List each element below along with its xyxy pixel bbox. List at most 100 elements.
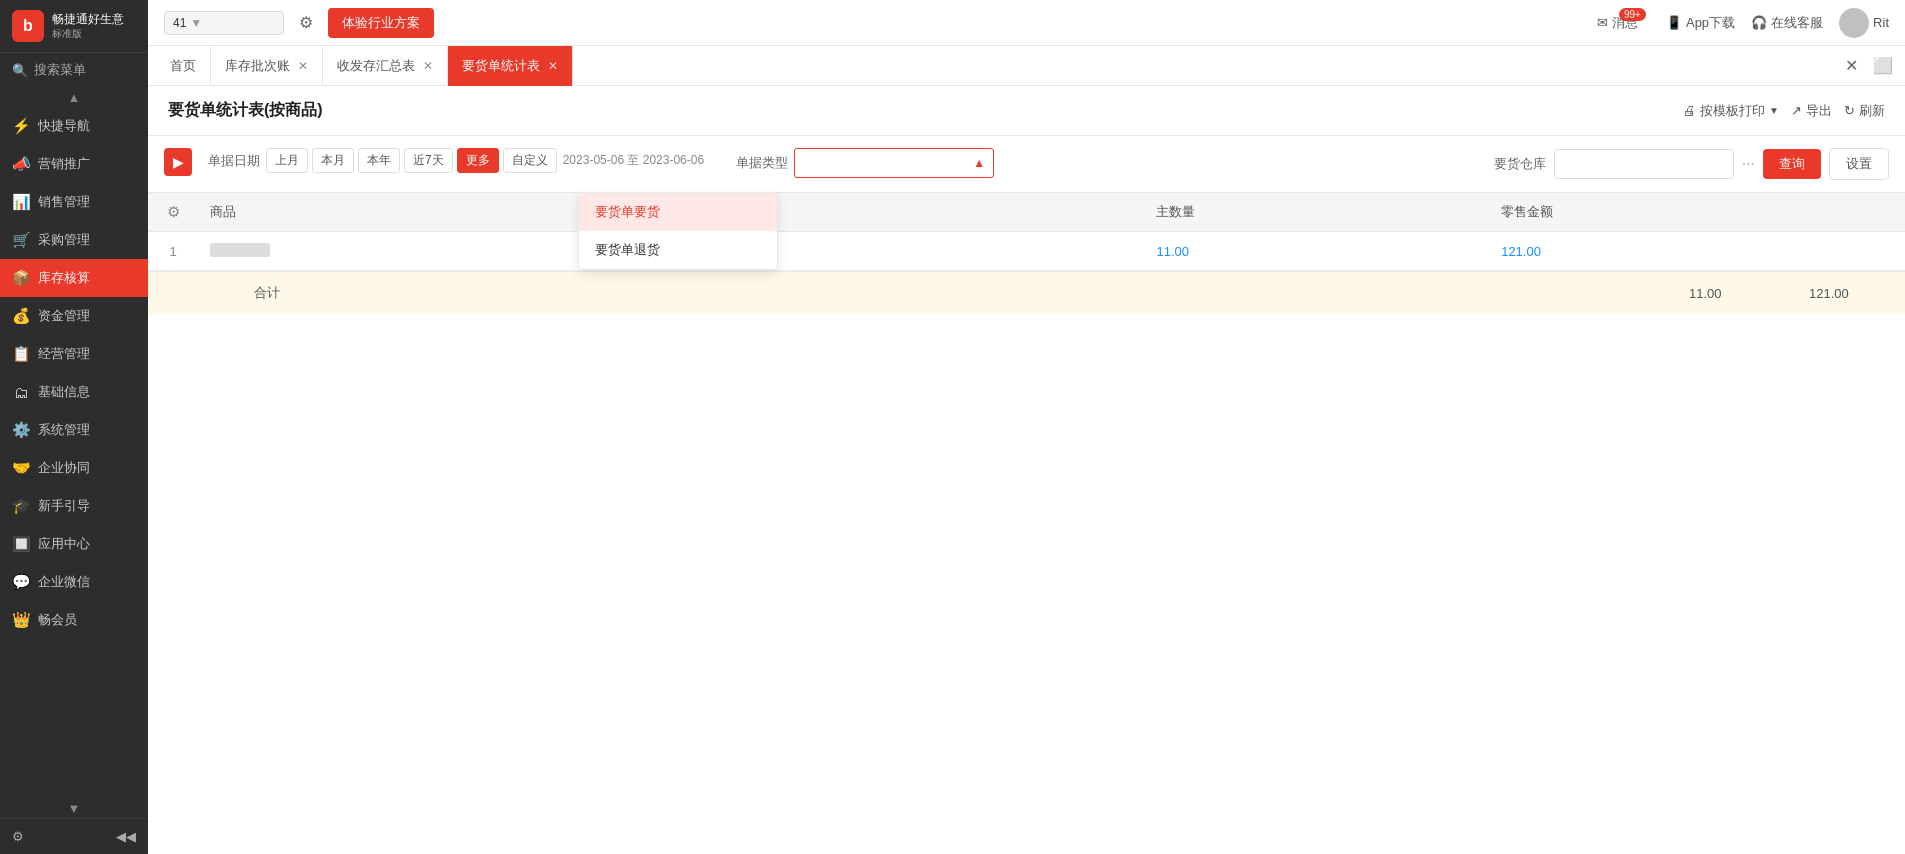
sidebar-item-vip[interactable]: 👑 畅会员 xyxy=(0,601,148,639)
print-icon: 🖨 xyxy=(1683,103,1696,118)
sidebar-logo: b 畅捷通好生意 标准版 xyxy=(0,0,148,53)
inventory-icon: 📦 xyxy=(12,269,30,287)
amount-link[interactable]: 121.00 xyxy=(1501,244,1541,259)
warehouse-select[interactable] xyxy=(1554,149,1734,179)
more-filters-icon[interactable]: ··· xyxy=(1742,155,1755,173)
topbar: 41 ▼ ⚙ 体验行业方案 ✉ 消息 99+ 📱 App下载 🎧 在线客服 R xyxy=(148,0,1905,46)
type-select[interactable]: ▲ xyxy=(794,148,994,178)
user-name: Rit xyxy=(1873,15,1889,30)
sidebar-item-guide[interactable]: 🎓 新手引导 xyxy=(0,487,148,525)
page-actions: 🖨 按模板打印 ▼ ↗ 导出 ↻ 刷新 xyxy=(1683,102,1885,120)
sidebar-item-finance[interactable]: 💰 资金管理 xyxy=(0,297,148,335)
finance-icon: 💰 xyxy=(12,307,30,325)
tab-home[interactable]: 首页 xyxy=(156,46,211,86)
sidebar-item-appstore[interactable]: 🔲 应用中心 xyxy=(0,525,148,563)
dropdown-item-order-return[interactable]: 要货单退货 xyxy=(579,231,777,269)
tab-receivable-summary[interactable]: 收发存汇总表 ✕ xyxy=(323,46,448,86)
appstore-icon: 🔲 xyxy=(12,535,30,553)
sidebar-nav: ⚡ 快捷导航 📣 营销推广 📊 销售管理 🛒 采购管理 📦 库存核算 💰 资金管… xyxy=(0,107,148,798)
app-download-button[interactable]: 📱 App下载 xyxy=(1666,14,1735,32)
sidebar-item-purchase[interactable]: 🛒 采购管理 xyxy=(0,221,148,259)
col-settings: ⚙ xyxy=(148,193,198,232)
vip-icon: 👑 xyxy=(12,611,30,629)
type-select-chevron-up-icon: ▲ xyxy=(973,156,985,170)
scroll-down-arrow[interactable]: ▼ xyxy=(0,798,148,818)
export-icon: ↗ xyxy=(1791,103,1802,118)
app-name: 畅捷通好生意 标准版 xyxy=(52,12,124,41)
tab-close-receivable-summary[interactable]: ✕ xyxy=(423,59,433,73)
sidebar: b 畅捷通好生意 标准版 🔍 搜索菜单 ▲ ⚡ 快捷导航 📣 营销推广 📊 销售… xyxy=(0,0,148,854)
trial-industry-button[interactable]: 体验行业方案 xyxy=(328,8,434,38)
tab-order-summary[interactable]: 要货单统计表 ✕ xyxy=(448,46,573,86)
last-month-button[interactable]: 上月 xyxy=(266,148,308,173)
print-button[interactable]: 🖨 按模板打印 ▼ xyxy=(1683,102,1779,120)
footer-amount: 121.00 xyxy=(1809,286,1889,301)
sidebar-item-system[interactable]: ⚙️ 系统管理 xyxy=(0,411,148,449)
sidebar-item-quick-nav[interactable]: ⚡ 快捷导航 xyxy=(0,107,148,145)
tab-close-order-summary[interactable]: ✕ xyxy=(548,59,558,73)
date-filter-label: 单据日期 xyxy=(208,152,260,170)
row-qty: 11.00 xyxy=(1144,232,1489,271)
filter-right: 要货仓库 ··· 查询 设置 xyxy=(1494,148,1889,180)
filter-expand-button[interactable]: ▶ xyxy=(164,148,192,176)
quick-nav-icon: ⚡ xyxy=(12,117,30,135)
operation-icon: 📋 xyxy=(12,345,30,363)
page-title: 要货单统计表(按商品) xyxy=(168,100,323,121)
sidebar-item-marketing[interactable]: 📣 营销推广 xyxy=(0,145,148,183)
sidebar-item-weixin[interactable]: 💬 企业微信 xyxy=(0,563,148,601)
sidebar-item-sales[interactable]: 📊 销售管理 xyxy=(0,183,148,221)
sidebar-item-basic[interactable]: 🗂 基础信息 xyxy=(0,373,148,411)
type-dropdown: 要货单要货 要货单退货 xyxy=(578,192,778,270)
guide-icon: 🎓 xyxy=(12,497,30,515)
online-service-button[interactable]: 🎧 在线客服 xyxy=(1751,14,1823,32)
notification-badge: 99+ xyxy=(1619,8,1646,21)
refresh-button[interactable]: ↻ 刷新 xyxy=(1844,102,1885,120)
last-7days-button[interactable]: 近7天 xyxy=(404,148,453,173)
notification-button[interactable]: ✉ 消息 99+ xyxy=(1597,14,1638,32)
page-header: 要货单统计表(按商品) 🖨 按模板打印 ▼ ↗ 导出 ↻ 刷新 xyxy=(148,86,1905,136)
footer-total-label: 合计 xyxy=(254,284,280,302)
table-body: 1 块 11.00 121.00 xyxy=(148,232,1905,271)
tab-close-all-button[interactable]: ✕ xyxy=(1837,52,1865,80)
user-profile[interactable]: Rit xyxy=(1839,8,1889,38)
date-buttons: 上月 本月 本年 近7天 更多 自定义 xyxy=(266,148,557,173)
row-amount: 121.00 xyxy=(1489,232,1905,271)
sidebar-item-cooperation[interactable]: 🤝 企业协同 xyxy=(0,449,148,487)
export-button[interactable]: ↗ 导出 xyxy=(1791,102,1832,120)
settings-button[interactable]: 设置 xyxy=(1829,148,1889,180)
tab-maximize-button[interactable]: ⬜ xyxy=(1869,52,1897,80)
warehouse-filter-label: 要货仓库 xyxy=(1494,155,1546,173)
table-container: ⚙ 商品 主计量单位 主数量 零售金额 1 xyxy=(148,193,1905,271)
tab-inventory-batch[interactable]: 库存批次账 ✕ xyxy=(211,46,323,86)
col-amount-header: 零售金额 xyxy=(1489,193,1905,232)
custom-date-button[interactable]: 自定义 xyxy=(503,148,557,173)
tab-close-inventory-batch[interactable]: ✕ xyxy=(298,59,308,73)
scroll-up-arrow[interactable]: ▲ xyxy=(0,87,148,107)
logo-icon: b xyxy=(12,10,44,42)
main-area: 41 ▼ ⚙ 体验行业方案 ✉ 消息 99+ 📱 App下载 🎧 在线客服 R xyxy=(148,0,1905,854)
store-selector[interactable]: 41 ▼ xyxy=(164,11,284,35)
weixin-icon: 💬 xyxy=(12,573,30,591)
topbar-right: ✉ 消息 99+ 📱 App下载 🎧 在线客服 Rit xyxy=(1597,8,1889,38)
sidebar-search[interactable]: 🔍 搜索菜单 xyxy=(0,53,148,87)
date-filter-group: 单据日期 上月 本月 本年 近7天 更多 自定义 2023-05-06 至 20… xyxy=(208,148,704,173)
goods-placeholder xyxy=(210,243,270,257)
settings-bottom-icon[interactable]: ⚙ xyxy=(12,829,24,844)
settings-gear-button[interactable]: ⚙ xyxy=(292,9,320,37)
query-button[interactable]: 查询 xyxy=(1763,149,1821,179)
basic-icon: 🗂 xyxy=(12,383,30,401)
sidebar-item-operation[interactable]: 📋 经营管理 xyxy=(0,335,148,373)
this-year-button[interactable]: 本年 xyxy=(358,148,400,173)
qty-link[interactable]: 11.00 xyxy=(1156,244,1189,259)
content-inner: 要货单统计表(按商品) 🖨 按模板打印 ▼ ↗ 导出 ↻ 刷新 xyxy=(148,86,1905,854)
table-area: ⚙ 商品 主计量单位 主数量 零售金额 1 xyxy=(148,193,1905,854)
more-dates-button[interactable]: 更多 xyxy=(457,148,499,173)
sidebar-item-inventory[interactable]: 📦 库存核算 xyxy=(0,259,148,297)
table-row: 1 块 11.00 121.00 xyxy=(148,232,1905,271)
collapse-icon[interactable]: ◀◀ xyxy=(116,829,136,844)
headset-icon: 🎧 xyxy=(1751,15,1767,30)
this-month-button[interactable]: 本月 xyxy=(312,148,354,173)
dropdown-item-order-incoming[interactable]: 要货单要货 xyxy=(579,193,777,231)
system-icon: ⚙️ xyxy=(12,421,30,439)
table-settings-icon[interactable]: ⚙ xyxy=(167,203,180,220)
